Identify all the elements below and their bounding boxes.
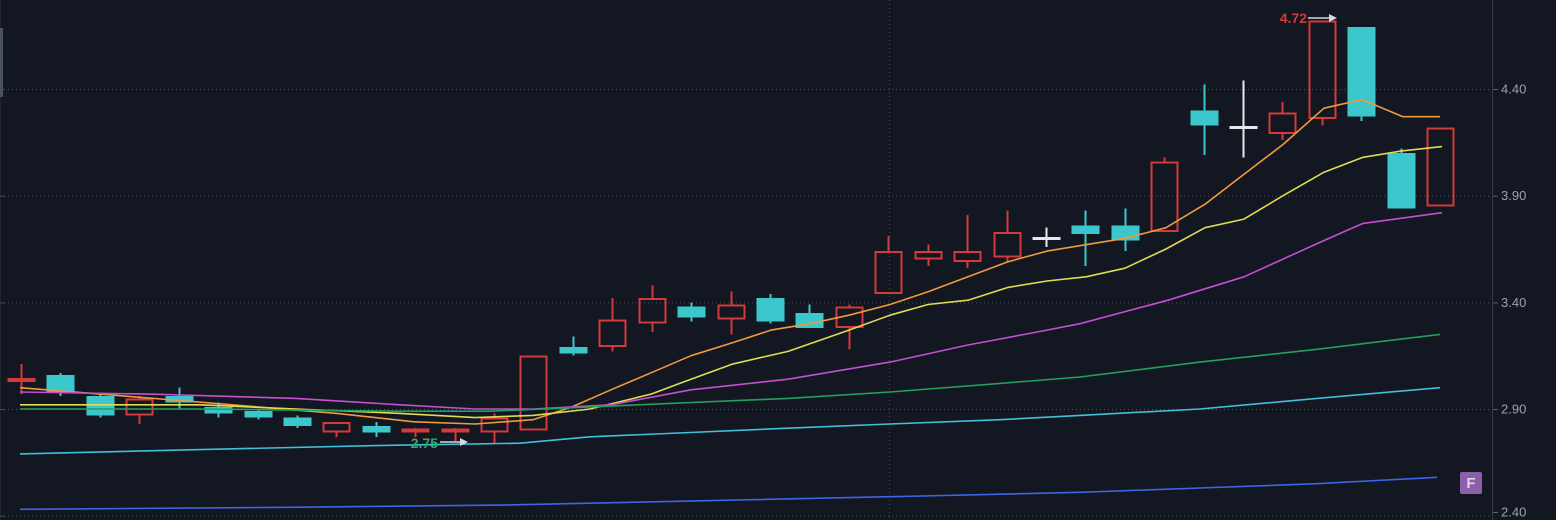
candle [165,387,194,410]
ma-magenta [19,211,1443,410]
candlestick-chart[interactable]: 4.72 2.75 4.40 3.90 3.40 2.90 2.40 F [0,0,1556,520]
left-axis-highlight [0,28,3,97]
candle [86,394,115,418]
y-axis-label: 2.40 [1501,505,1526,520]
candle [1229,80,1258,158]
ma-fast-orange [19,98,1440,425]
candle [1268,101,1297,141]
y-axis-label: 3.90 [1501,188,1526,203]
svg-text:2.75: 2.75 [411,435,438,451]
price-annotations: 4.72 2.75 [411,10,1337,451]
candle [717,291,746,335]
y-axis-label: 2.90 [1501,402,1526,417]
candle [638,285,667,333]
candle [362,421,391,437]
candles-layer [7,20,1455,444]
price-annotation: 2.75 [411,435,468,451]
candle [914,244,943,267]
candle [1347,27,1376,121]
candle [441,428,470,442]
ma-blue [19,476,1438,511]
candle [7,364,36,395]
grid-lines [0,0,1492,520]
candle [598,298,627,352]
y-axis-label: 3.40 [1501,295,1526,310]
candle [1150,157,1179,232]
y-axis-label: 4.40 [1501,81,1526,96]
chart-canvas[interactable]: 4.72 2.75 4.40 3.90 3.40 2.90 2.40 [0,0,1556,520]
candle [519,355,548,431]
candle [874,236,903,294]
candle [953,214,982,269]
flag-badge[interactable]: F [1460,472,1482,494]
candle [1111,208,1140,252]
candle [559,336,588,356]
ma-cyan [19,386,1441,455]
candle [1032,227,1061,247]
candle [244,409,273,420]
candle [322,421,351,437]
y-axis[interactable]: 4.40 3.90 3.40 2.90 2.40 [1492,0,1527,520]
price-annotation: 4.72 [1280,10,1337,26]
candle [677,302,706,322]
candle [1190,84,1219,156]
candle [756,293,785,324]
candle [1071,210,1100,267]
svg-text:4.72: 4.72 [1280,10,1307,26]
candle [1387,148,1416,209]
candle [993,210,1022,262]
ma-green [20,333,1441,413]
candle [1426,127,1455,207]
candle [125,396,154,424]
left-axis [0,0,5,520]
candle [283,415,312,429]
